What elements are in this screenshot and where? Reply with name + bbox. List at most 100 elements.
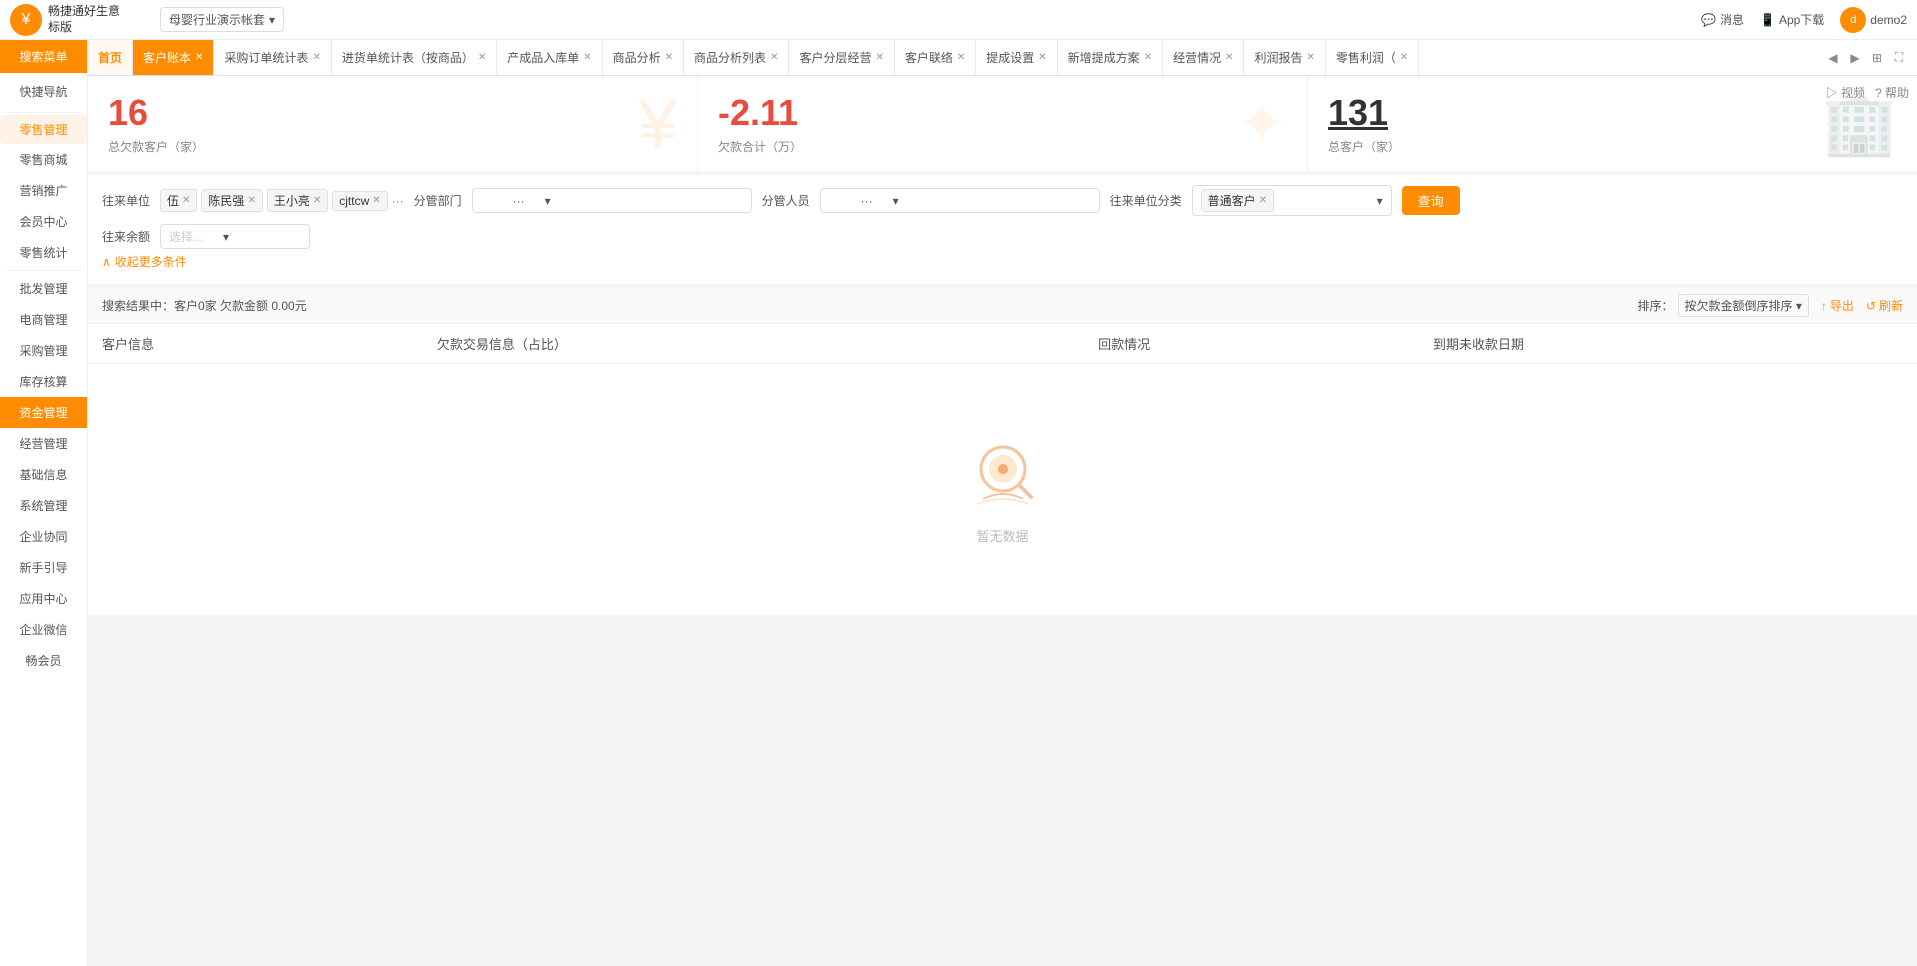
close-icon[interactable]: ✕: [312, 52, 320, 63]
filter-area: 往来单位 伍 ✕ 陈民强 ✕ 王小亮 ✕: [88, 175, 1917, 284]
tab-operations-status[interactable]: 经营情况 ✕: [1163, 40, 1244, 75]
sidebar-item-retail[interactable]: 零售管理: [0, 115, 87, 144]
filter-tag-2[interactable]: 陈民强 ✕: [201, 189, 262, 212]
remove-tag-1[interactable]: ✕: [182, 195, 190, 206]
close-icon[interactable]: ✕: [770, 52, 778, 63]
stat-card-customers: 16 总欠款客户（家） ¥: [88, 76, 698, 171]
sidebar-quick-nav-item[interactable]: 快捷导航: [0, 77, 87, 106]
sidebar-item-retail-stats[interactable]: 零售统计: [0, 237, 87, 268]
tab-purchase-orders[interactable]: 采购订单统计表 ✕: [214, 40, 331, 75]
filter-person-select[interactable]: ··· ▾: [820, 188, 1100, 213]
tab-new-promotion[interactable]: 新增提成方案 ✕: [1058, 40, 1163, 75]
close-icon[interactable]: ✕: [478, 52, 486, 63]
sidebar-item-inventory[interactable]: 库存核算: [0, 366, 87, 397]
sidebar-item-finance[interactable]: 资金管理: [0, 397, 87, 428]
close-icon[interactable]: ✕: [1307, 52, 1315, 63]
close-icon[interactable]: ✕: [583, 52, 591, 63]
tab-retail-profit[interactable]: 零售利润（ ✕: [1326, 40, 1419, 75]
sidebar-item-wechat[interactable]: 企业微信: [0, 614, 87, 645]
sidebar-item-ecommerce[interactable]: 电商管理: [0, 304, 87, 335]
export-icon: ↑: [1821, 299, 1827, 313]
stat-number-amount: -2.11: [718, 92, 1287, 134]
sort-area: 排序： 按欠款金额倒序排序 ▾: [1638, 294, 1809, 317]
close-icon[interactable]: ✕: [1400, 52, 1408, 63]
sidebar-search[interactable]: 搜索菜单: [0, 40, 87, 73]
close-icon[interactable]: ✕: [195, 52, 203, 63]
collapse-button[interactable]: ∧ 收起更多条件: [102, 253, 1903, 270]
tab-inbound-stats[interactable]: 进货单统计表（按商品） ✕: [332, 40, 497, 75]
close-icon[interactable]: ✕: [875, 52, 883, 63]
filter-cat-tag-1[interactable]: 普通客户 ✕: [1201, 189, 1274, 212]
sidebar-quick-nav: 快捷导航: [0, 73, 87, 110]
tab-scroll-left[interactable]: ◀: [1823, 48, 1843, 68]
stat-card-total: 131 总客户（家） 🏢 ▷ 视频 ? 帮助: [1308, 76, 1917, 171]
sidebar-item-guide[interactable]: 新手引导: [0, 552, 87, 583]
tab-home[interactable]: 首页: [88, 40, 133, 75]
tab-production-inbound[interactable]: 产成品入库单 ✕: [497, 40, 602, 75]
filter-tag-3[interactable]: 王小亮 ✕: [267, 189, 328, 212]
tab-profit-report[interactable]: 利润报告 ✕: [1244, 40, 1325, 75]
chevron-down-icon: ···: [513, 194, 525, 208]
dropdown-icon-4: ▾: [223, 230, 229, 244]
filter-tag-4[interactable]: cjttcw ✕: [332, 191, 387, 211]
sidebar-item-retail-mall[interactable]: 零售商城: [0, 144, 87, 175]
sidebar-item-member[interactable]: 会员中心: [0, 206, 87, 237]
close-icon[interactable]: ✕: [1144, 52, 1152, 63]
close-icon[interactable]: ✕: [957, 52, 965, 63]
sidebar-item-vip[interactable]: 畅会员: [0, 645, 87, 676]
sidebar-item-marketing[interactable]: 营销推广: [0, 175, 87, 206]
filter-dept-select[interactable]: ··· ▾: [472, 188, 752, 213]
remove-tag-3[interactable]: ✕: [313, 195, 321, 206]
close-icon[interactable]: ✕: [1225, 52, 1233, 63]
close-icon[interactable]: ✕: [1038, 52, 1046, 63]
chevron-up-icon: ∧: [102, 255, 111, 269]
sidebar-item-cooperation[interactable]: 企业协同: [0, 521, 87, 552]
filter-balance-label: 往来余额: [102, 228, 150, 245]
app-download-button[interactable]: 📱 App下载: [1760, 11, 1824, 28]
page-content: 16 总欠款客户（家） ¥ -2.11 欠款合计（万） ✦ 131 总客户（家）…: [88, 76, 1917, 966]
message-button[interactable]: 💬 消息: [1701, 11, 1744, 28]
tab-scroll-right[interactable]: ▶: [1845, 48, 1865, 68]
col-repayment: 回款情况: [1084, 324, 1419, 364]
sidebar-item-basic-info[interactable]: 基础信息: [0, 459, 87, 490]
empty-icon: [963, 434, 1043, 514]
sidebar: 搜索菜单 快捷导航 零售管理 零售商城 营销推广 会员中心 零售统计 批发管理 …: [0, 40, 88, 966]
sidebar-item-purchase[interactable]: 采购管理: [0, 335, 87, 366]
close-icon[interactable]: ✕: [665, 52, 673, 63]
empty-state: 暂无数据: [102, 374, 1903, 605]
message-icon: 💬: [1701, 13, 1716, 27]
refresh-button[interactable]: ↺ 刷新: [1866, 297, 1903, 314]
tab-promotion-settings[interactable]: 提成设置 ✕: [976, 40, 1057, 75]
tab-customer-book[interactable]: 客户账本 ✕: [133, 40, 214, 75]
avatar-icon: d: [1840, 7, 1866, 33]
sort-select[interactable]: 按欠款金额倒序排序 ▾: [1678, 294, 1809, 317]
store-selector[interactable]: 母婴行业演示帐套 ▾: [160, 7, 284, 32]
filter-tag-1[interactable]: 伍 ✕: [160, 189, 197, 212]
sidebar-item-wholesale[interactable]: 批发管理: [0, 273, 87, 304]
tab-goods-analysis-list[interactable]: 商品分析列表 ✕: [684, 40, 789, 75]
sidebar-divider-1: [6, 112, 81, 113]
tab-fullscreen[interactable]: ⛶: [1889, 48, 1909, 68]
remove-tag-4[interactable]: ✕: [372, 195, 380, 206]
sidebar-item-operations[interactable]: 经营管理: [0, 428, 87, 459]
empty-text: 暂无数据: [976, 526, 1028, 545]
sidebar-item-app-center[interactable]: 应用中心: [0, 583, 87, 614]
remove-tag-2[interactable]: ✕: [247, 195, 255, 206]
filter-category-select[interactable]: 普通客户 ✕ ▾: [1192, 185, 1392, 216]
tab-goods-analysis[interactable]: 商品分析 ✕: [603, 40, 684, 75]
stat-bg-icon-2: ✦: [1237, 89, 1287, 159]
filter-more-tags[interactable]: ···: [392, 194, 404, 208]
ellipsis-icon: ···: [861, 194, 873, 208]
search-button[interactable]: 查询: [1402, 186, 1460, 215]
tab-customer-segment[interactable]: 客户分层经营 ✕: [789, 40, 894, 75]
filter-balance-select[interactable]: 选择... ▾: [160, 224, 310, 249]
help-button[interactable]: ? 帮助: [1875, 84, 1909, 101]
sidebar-item-system[interactable]: 系统管理: [0, 490, 87, 521]
export-button[interactable]: ↑ 导出: [1821, 297, 1854, 314]
sidebar-divider-2: [6, 270, 81, 271]
user-avatar[interactable]: d demo2: [1840, 7, 1907, 33]
tab-expand[interactable]: ⊞: [1867, 48, 1887, 68]
video-button[interactable]: ▷ 视频: [1826, 84, 1865, 101]
tab-customer-contact[interactable]: 客户联络 ✕: [895, 40, 976, 75]
remove-cat-tag-1[interactable]: ✕: [1259, 195, 1267, 206]
